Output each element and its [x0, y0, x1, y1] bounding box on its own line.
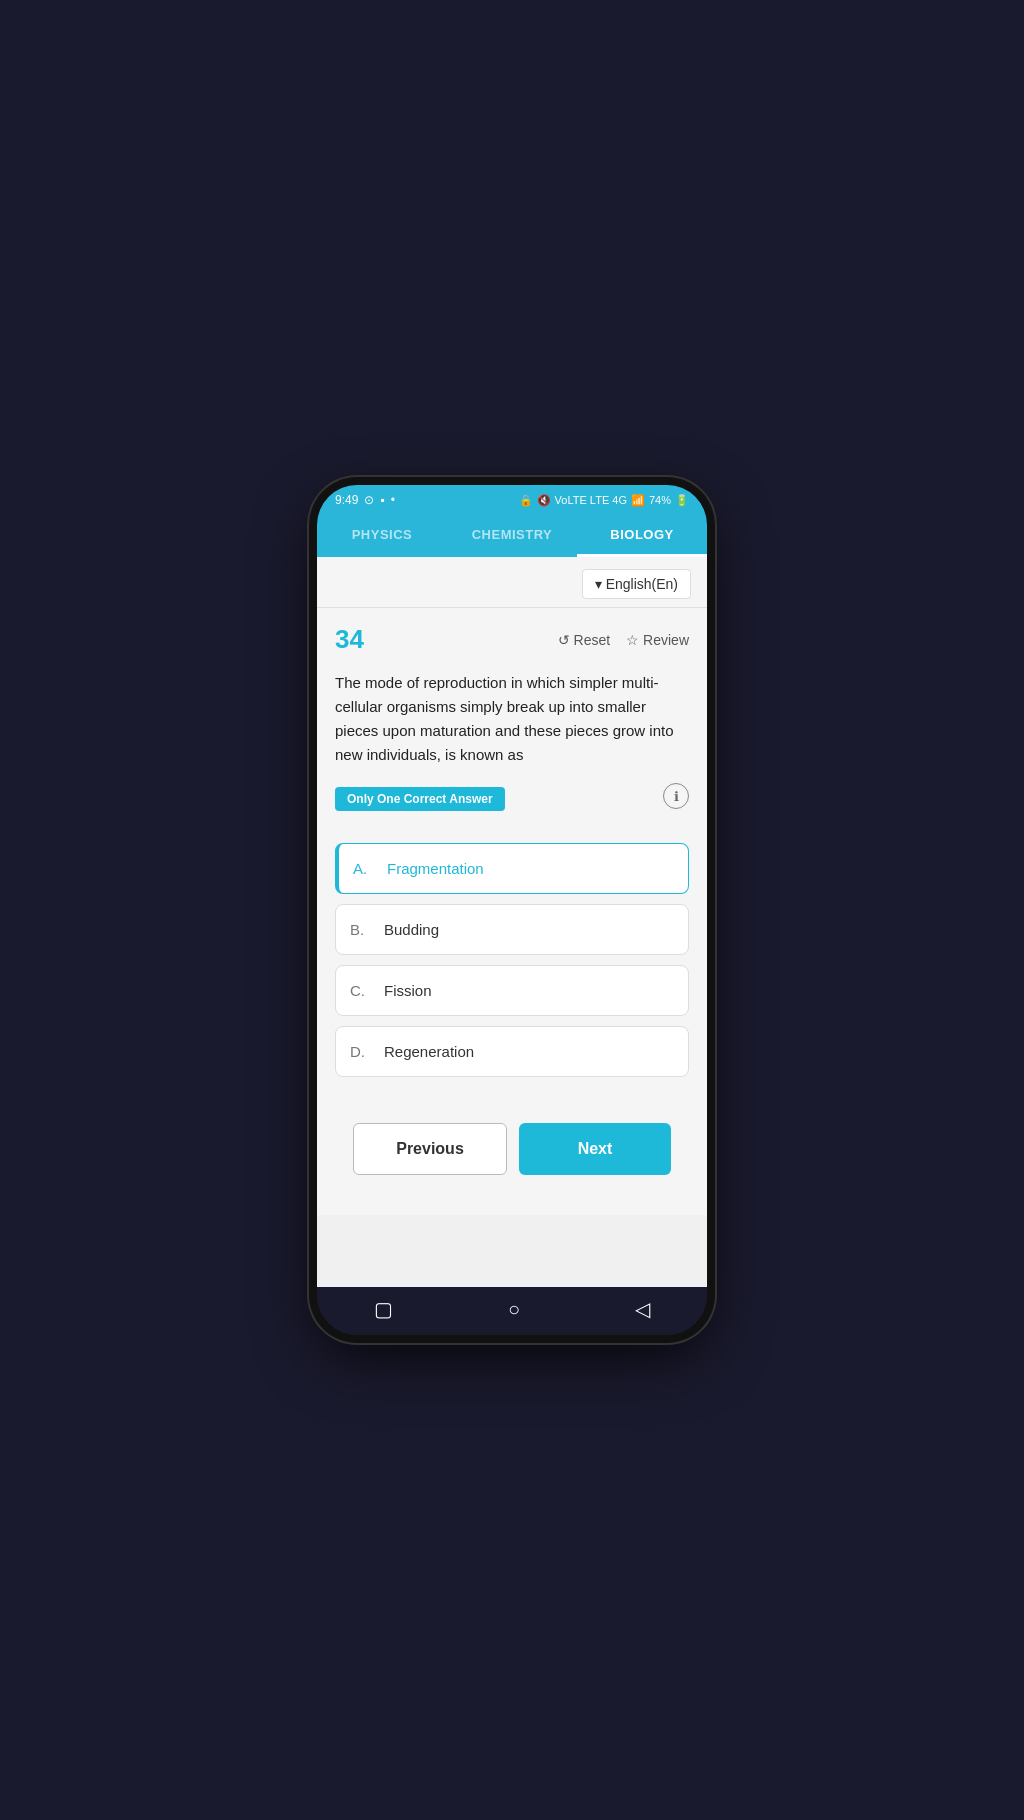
option-d-letter: D. [350, 1043, 370, 1060]
option-c-text: Fission [384, 982, 432, 999]
home-icon[interactable]: ○ [508, 1298, 520, 1321]
next-button[interactable]: Next [519, 1123, 671, 1175]
reset-button[interactable]: ↺ Reset [558, 632, 611, 648]
reset-label: Reset [574, 632, 611, 648]
answer-type-badge[interactable]: Only One Correct Answer [335, 787, 505, 811]
recent-apps-icon[interactable]: ▢ [374, 1297, 393, 1321]
tab-chemistry[interactable]: CHEMISTRY [447, 515, 577, 557]
status-left: 9:49 ⊙ ▪ • [335, 493, 395, 507]
status-bar: 9:49 ⊙ ▪ • 🔒 🔇 VoLTE LTE 4G 📶 74% 🔋 [317, 485, 707, 515]
android-nav-bar: ▢ ○ ◁ [317, 1287, 707, 1335]
option-a-letter: A. [353, 860, 373, 877]
option-d[interactable]: D. Regeneration [335, 1026, 689, 1077]
lock-icon: 🔒 [519, 494, 533, 507]
signal-label: VoLTE LTE 4G [555, 494, 627, 506]
option-a-text: Fragmentation [387, 860, 484, 877]
time-display: 9:49 [335, 493, 358, 507]
back-icon[interactable]: ◁ [635, 1297, 650, 1321]
chevron-down-icon: ▾ [595, 576, 602, 592]
review-button[interactable]: ☆ Review [626, 632, 689, 648]
question-header: 34 ↺ Reset ☆ Review [335, 624, 689, 655]
notification-icon: ▪ [380, 493, 384, 507]
star-icon: ☆ [626, 632, 639, 648]
phone-frame: 9:49 ⊙ ▪ • 🔒 🔇 VoLTE LTE 4G 📶 74% 🔋 PHYS… [317, 485, 707, 1335]
question-text: The mode of reproduction in which simple… [335, 671, 689, 767]
previous-button[interactable]: Previous [353, 1123, 507, 1175]
mute-icon: 🔇 [537, 494, 551, 507]
option-d-text: Regeneration [384, 1043, 474, 1060]
clock-icon: ⊙ [364, 493, 374, 507]
question-container: 34 ↺ Reset ☆ Review The mode of reproduc… [317, 608, 707, 1215]
language-button[interactable]: ▾ English(En) [582, 569, 691, 599]
tab-biology[interactable]: BIOLOGY [577, 515, 707, 557]
options-container: A. Fragmentation B. Budding C. Fission D… [335, 843, 689, 1077]
content-area: ▾ English(En) 34 ↺ Reset ☆ Review [317, 557, 707, 1287]
option-c-letter: C. [350, 982, 370, 999]
language-selector: ▾ English(En) [317, 557, 707, 607]
tabs-bar: PHYSICS CHEMISTRY BIOLOGY [317, 515, 707, 557]
bottom-nav: Previous Next [335, 1107, 689, 1199]
language-label: English(En) [606, 576, 678, 592]
wifi-icon: 📶 [631, 494, 645, 507]
tab-physics[interactable]: PHYSICS [317, 515, 447, 557]
option-b[interactable]: B. Budding [335, 904, 689, 955]
option-b-text: Budding [384, 921, 439, 938]
question-actions: ↺ Reset ☆ Review [558, 632, 689, 648]
info-icon[interactable]: ℹ [663, 783, 689, 809]
dot-indicator: • [391, 493, 395, 507]
status-right: 🔒 🔇 VoLTE LTE 4G 📶 74% 🔋 [519, 494, 689, 507]
battery-label: 74% [649, 494, 671, 506]
option-b-letter: B. [350, 921, 370, 938]
battery-icon: 🔋 [675, 494, 689, 507]
option-c[interactable]: C. Fission [335, 965, 689, 1016]
reset-icon: ↺ [558, 632, 570, 648]
badge-row: Only One Correct Answer ℹ [335, 787, 689, 831]
review-label: Review [643, 632, 689, 648]
option-a[interactable]: A. Fragmentation [335, 843, 689, 894]
question-number: 34 [335, 624, 364, 655]
